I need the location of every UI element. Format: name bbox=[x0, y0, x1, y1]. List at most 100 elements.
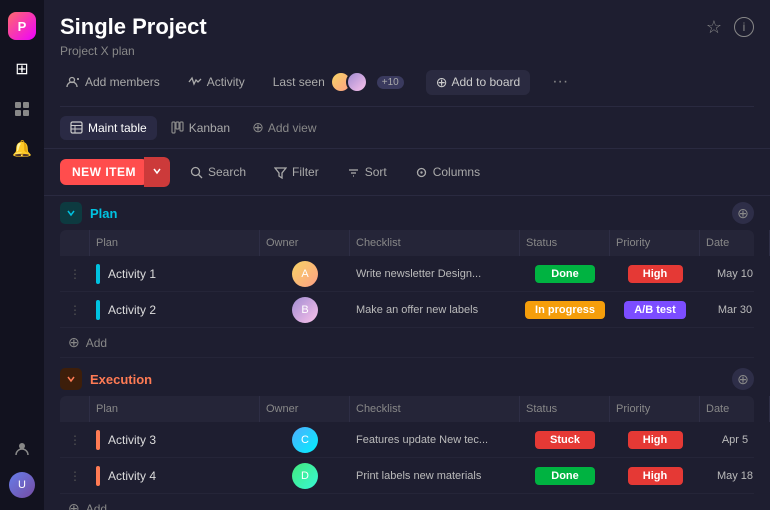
group-chevron-execution[interactable] bbox=[60, 368, 82, 390]
sidebar-grid-icon[interactable] bbox=[11, 98, 33, 120]
app-logo[interactable]: P bbox=[8, 12, 36, 40]
status-badge[interactable]: Done bbox=[535, 467, 595, 485]
columns-icon bbox=[415, 166, 428, 179]
info-icon[interactable]: i bbox=[734, 17, 754, 37]
sidebar-bell-icon[interactable]: 🔔 bbox=[11, 138, 33, 160]
group-title-execution: Execution bbox=[90, 372, 724, 387]
row-checklist: Features update New tec... bbox=[350, 430, 520, 450]
row-priority[interactable]: High bbox=[610, 261, 700, 287]
priority-badge[interactable]: A/B test bbox=[624, 301, 686, 319]
row-drag-handle[interactable]: ⋮ bbox=[60, 422, 90, 457]
add-row-plan[interactable]: ⊕ Add bbox=[60, 328, 754, 358]
column-headers: PlanOwnerChecklistStatusPriorityDateCost… bbox=[60, 230, 754, 256]
group-execution: Execution ⊕ PlanOwnerChecklistStatusPrio… bbox=[60, 362, 754, 510]
row-priority[interactable]: High bbox=[610, 427, 700, 453]
header-toolbar: Add members Activity Last seen +10 ⊕ Add… bbox=[60, 68, 754, 107]
owner-avatar: B bbox=[292, 297, 318, 323]
row-checklist: Make an offer new labels bbox=[350, 300, 520, 320]
table-row[interactable]: ⋮ Activity 3 C Features update New tec..… bbox=[60, 422, 754, 458]
row-owner: A bbox=[260, 257, 350, 291]
owner-avatar: C bbox=[292, 427, 318, 453]
sort-icon bbox=[347, 166, 360, 179]
group-add-col-plan[interactable]: ⊕ bbox=[732, 202, 754, 224]
sort-button[interactable]: Sort bbox=[339, 161, 395, 183]
row-indicator bbox=[96, 466, 100, 486]
action-bar: NEW ITEM Search Filter bbox=[44, 149, 770, 196]
columns-button[interactable]: Columns bbox=[407, 161, 488, 183]
status-badge[interactable]: In progress bbox=[525, 301, 605, 319]
row-name-text: Activity 3 bbox=[108, 433, 156, 447]
row-checklist: Print labels new materials bbox=[350, 466, 520, 486]
col-header-owner: Owner bbox=[260, 396, 350, 422]
col-header-plan: Plan bbox=[90, 396, 260, 422]
add-to-board-button[interactable]: ⊕ Add to board bbox=[426, 70, 530, 95]
sidebar-home-icon[interactable]: ⊞ bbox=[11, 58, 33, 80]
row-indicator bbox=[96, 300, 100, 320]
add-view-button[interactable]: ⊕ Add view bbox=[244, 115, 324, 140]
row-date: May 10 bbox=[700, 264, 770, 284]
priority-badge[interactable]: High bbox=[628, 265, 683, 283]
row-date: Apr 5 bbox=[700, 430, 770, 450]
column-headers: PlanOwnerChecklistStatusPriorityDateCost… bbox=[60, 396, 754, 422]
row-owner: C bbox=[260, 423, 350, 457]
new-item-dropdown-button[interactable] bbox=[144, 157, 170, 187]
col-header-owner: Owner bbox=[260, 230, 350, 256]
group-header-plan: Plan ⊕ bbox=[60, 196, 754, 230]
owner-avatar: D bbox=[292, 463, 318, 489]
members-count: +10 bbox=[377, 76, 404, 89]
row-priority[interactable]: A/B test bbox=[610, 297, 700, 323]
row-status[interactable]: In progress bbox=[520, 297, 610, 323]
table-row[interactable]: ⋮ Activity 2 B Make an offer new labels … bbox=[60, 292, 754, 328]
col-header-drag bbox=[60, 396, 90, 422]
tab-main-table[interactable]: Maint table bbox=[60, 116, 157, 140]
tab-kanban[interactable]: Kanban bbox=[161, 116, 240, 140]
more-options-button[interactable]: ··· bbox=[546, 71, 574, 93]
project-title: Single Project bbox=[60, 14, 207, 40]
row-name-text: Activity 1 bbox=[108, 267, 156, 281]
filter-icon bbox=[274, 166, 287, 179]
activity-icon bbox=[188, 75, 202, 89]
last-seen-label: Last seen +10 bbox=[267, 68, 410, 96]
add-view-label: Add view bbox=[268, 121, 317, 135]
row-priority[interactable]: High bbox=[610, 463, 700, 489]
activity-button[interactable]: Activity bbox=[182, 72, 251, 92]
search-button[interactable]: Search bbox=[182, 161, 254, 183]
row-indicator bbox=[96, 430, 100, 450]
table-row[interactable]: ⋮ Activity 4 D Print labels new material… bbox=[60, 458, 754, 494]
col-header-checklist: Checklist bbox=[350, 396, 520, 422]
col-header-drag bbox=[60, 230, 90, 256]
row-drag-handle[interactable]: ⋮ bbox=[60, 458, 90, 493]
group-header-execution: Execution ⊕ bbox=[60, 362, 754, 396]
add-row-label: Add bbox=[86, 502, 107, 510]
sort-label: Sort bbox=[365, 165, 387, 179]
table-body-plan: ⋮ Activity 1 A Write newsletter Design..… bbox=[60, 256, 754, 358]
add-row-execution[interactable]: ⊕ Add bbox=[60, 494, 754, 510]
status-badge[interactable]: Stuck bbox=[535, 431, 595, 449]
row-date: May 18 bbox=[700, 466, 770, 486]
col-header-priority: Priority bbox=[610, 396, 700, 422]
status-badge[interactable]: Done bbox=[535, 265, 595, 283]
col-header-checklist: Checklist bbox=[350, 230, 520, 256]
tab-kanban-label: Kanban bbox=[189, 121, 230, 135]
row-drag-handle[interactable]: ⋮ bbox=[60, 292, 90, 327]
filter-button[interactable]: Filter bbox=[266, 161, 327, 183]
sidebar-people-icon[interactable] bbox=[11, 438, 33, 460]
group-chevron-plan[interactable] bbox=[60, 202, 82, 224]
new-item-button[interactable]: NEW ITEM bbox=[60, 159, 148, 185]
priority-badge[interactable]: High bbox=[628, 431, 683, 449]
row-status[interactable]: Done bbox=[520, 463, 610, 489]
row-status[interactable]: Done bbox=[520, 261, 610, 287]
add-members-button[interactable]: Add members bbox=[60, 72, 166, 92]
row-drag-handle[interactable]: ⋮ bbox=[60, 256, 90, 291]
row-status[interactable]: Stuck bbox=[520, 427, 610, 453]
col-header-plan: Plan bbox=[90, 230, 260, 256]
table-row[interactable]: ⋮ Activity 1 A Write newsletter Design..… bbox=[60, 256, 754, 292]
row-date: Mar 30 bbox=[700, 300, 770, 320]
table-body-execution: ⋮ Activity 3 C Features update New tec..… bbox=[60, 422, 754, 510]
user-avatar[interactable]: U bbox=[9, 472, 35, 498]
row-name: Activity 1 bbox=[90, 258, 260, 290]
priority-badge[interactable]: High bbox=[628, 467, 683, 485]
group-add-col-execution[interactable]: ⊕ bbox=[732, 368, 754, 390]
kanban-icon bbox=[171, 121, 184, 134]
star-icon[interactable]: ☆ bbox=[706, 17, 722, 38]
